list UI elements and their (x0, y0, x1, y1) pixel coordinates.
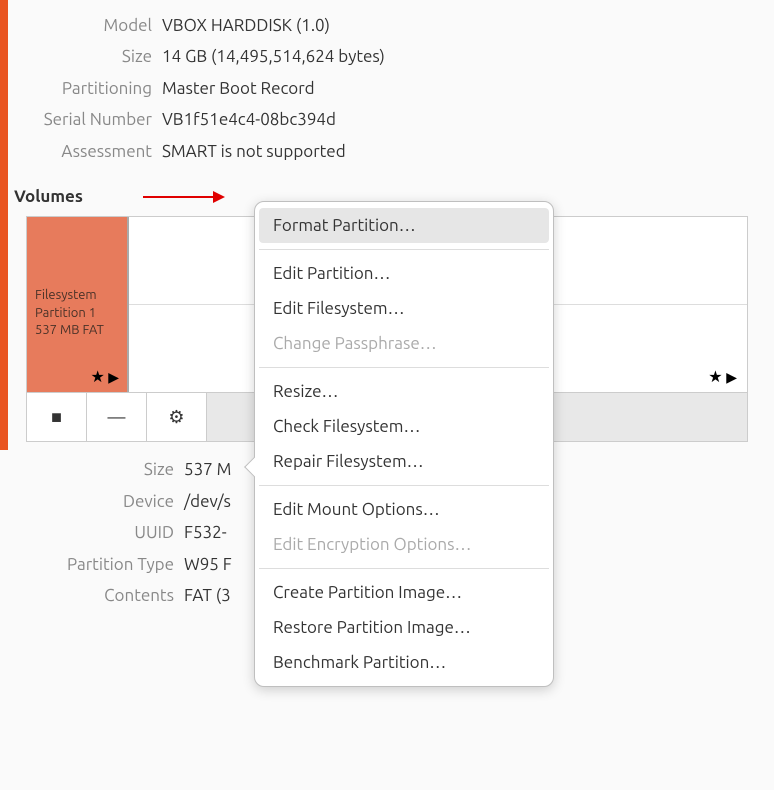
label-device: Device (14, 486, 184, 517)
gear-icon: ⚙ (168, 407, 184, 428)
label-serial: Serial Number (14, 104, 162, 135)
row-serial: Serial Number VB1f51e4c4-08bc394d (14, 104, 760, 135)
volumes-title: Volumes (14, 187, 83, 206)
partition-2-status-icons: ★ ▶ (708, 367, 737, 386)
menu-check-filesystem[interactable]: Check Filesystem… (255, 409, 553, 444)
label-size: Size (14, 41, 162, 72)
value-psize: 537 M (184, 454, 231, 485)
menu-benchmark[interactable]: Benchmark Partition… (255, 645, 553, 680)
menu-edit-mount[interactable]: Edit Mount Options… (255, 492, 553, 527)
annotation-arrow-icon (143, 196, 223, 198)
menu-repair-filesystem[interactable]: Repair Filesystem… (255, 444, 553, 479)
row-model: Model VBOX HARDDISK (1.0) (14, 10, 760, 41)
remove-button[interactable]: — (87, 393, 147, 441)
menu-create-image[interactable]: Create Partition Image… (255, 575, 553, 610)
contents-text: FAT (3 (184, 586, 231, 605)
value-assessment: SMART is not supported (162, 136, 346, 167)
menu-separator (259, 367, 549, 368)
partition-line3: 537 MB FAT (35, 322, 119, 340)
value-partitioning: Master Boot Record (162, 73, 315, 104)
label-contents: Contents (14, 580, 184, 611)
label-partitioning: Partitioning (14, 73, 162, 104)
value-serial: VB1f51e4c4-08bc394d (162, 104, 336, 135)
partition-1-block[interactable]: Filesystem Partition 1 537 MB FAT ★ ▶ (27, 217, 129, 392)
value-size: 14 GB (14,495,514,624 bytes) (162, 41, 385, 72)
menu-separator (259, 568, 549, 569)
sidebar-accent (0, 0, 8, 450)
label-model: Model (14, 10, 162, 41)
menu-restore-image[interactable]: Restore Partition Image… (255, 610, 553, 645)
stop-button[interactable]: ■ (27, 393, 87, 441)
value-ptype: W95 F (184, 549, 232, 580)
menu-separator (259, 485, 549, 486)
menu-change-passphrase: Change Passphrase… (255, 326, 553, 361)
context-menu: Format Partition… Edit Partition… Edit F… (254, 201, 554, 687)
label-psize: Size (14, 454, 184, 485)
label-ptype: Partition Type (14, 549, 184, 580)
value-model: VBOX HARDDISK (1.0) (162, 10, 330, 41)
row-partitioning: Partitioning Master Boot Record (14, 73, 760, 104)
row-size: Size 14 GB (14,495,514,624 bytes) (14, 41, 760, 72)
menu-resize[interactable]: Resize… (255, 374, 553, 409)
disk-info-table: Model VBOX HARDDISK (1.0) Size 14 GB (14… (14, 10, 760, 167)
settings-button[interactable]: ⚙ (147, 393, 207, 441)
value-uuid: F532- (184, 517, 227, 548)
play-icon: ▶ (726, 369, 737, 385)
menu-edit-encryption: Edit Encryption Options… (255, 527, 553, 562)
minus-icon: — (108, 407, 126, 427)
stop-icon: ■ (51, 407, 62, 428)
row-assessment: Assessment SMART is not supported (14, 136, 760, 167)
menu-edit-partition[interactable]: Edit Partition… (255, 256, 553, 291)
label-uuid: UUID (14, 517, 184, 548)
menu-format-partition[interactable]: Format Partition… (259, 208, 549, 243)
menu-separator (259, 249, 549, 250)
partition-status-icons: ★ ▶ (90, 367, 119, 386)
label-assessment: Assessment (14, 136, 162, 167)
menu-edit-filesystem[interactable]: Edit Filesystem… (255, 291, 553, 326)
play-icon: ▶ (108, 369, 119, 385)
partition-line2: Partition 1 (35, 305, 119, 323)
star-icon: ★ (708, 368, 722, 386)
partition-line1: Filesystem (35, 287, 119, 305)
value-device: /dev/s (184, 486, 231, 517)
star-icon: ★ (90, 368, 104, 386)
